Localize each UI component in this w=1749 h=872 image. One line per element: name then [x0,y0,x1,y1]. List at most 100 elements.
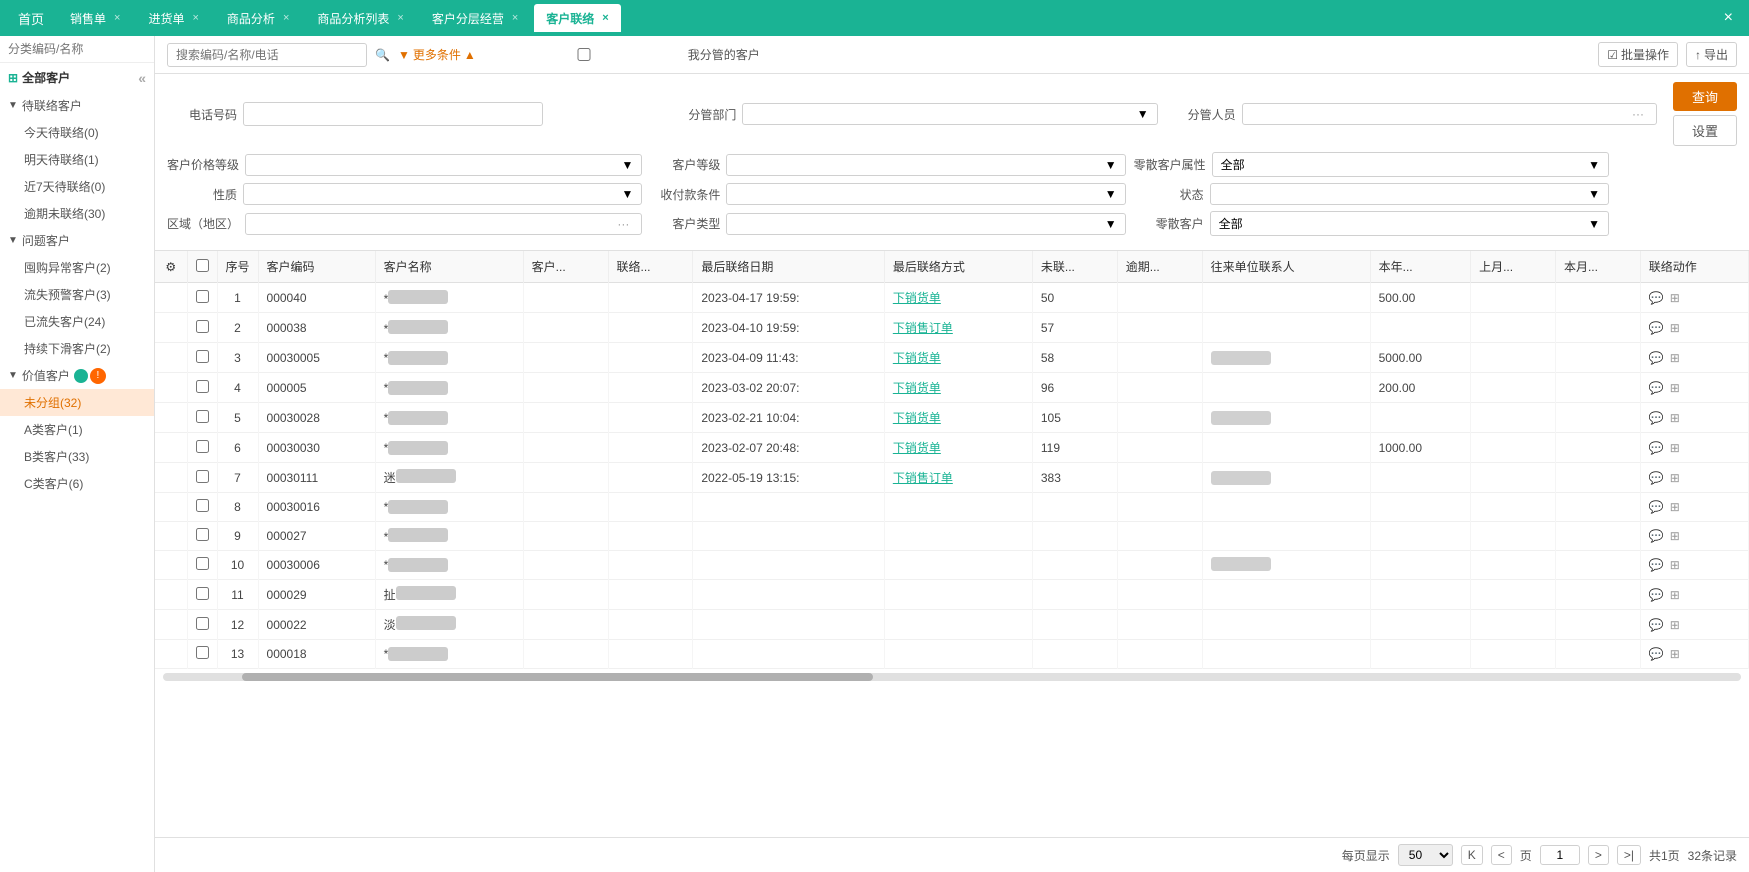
row-checkbox[interactable] [196,646,209,659]
close-tab-customer-tier[interactable]: × [512,12,518,24]
row-last-contact-type[interactable] [884,522,1032,551]
customer-level-select[interactable]: ▼ [726,154,1125,176]
contact-type-link[interactable]: 下销售订单 [893,321,953,335]
tab-product-analysis-list[interactable]: 商品分析列表 × [305,4,415,32]
next-page-btn[interactable]: > [1588,845,1609,865]
payment-select[interactable]: ▼ [726,183,1125,205]
chat-icon[interactable]: 💬 [1649,291,1664,305]
row-checkbox[interactable] [196,499,209,512]
retail-attr-select[interactable]: 全部 ▼ [1212,152,1609,177]
problem-customers-group[interactable]: ▼ 问题客户 [0,227,154,254]
row-last-contact-type[interactable]: 下销售订单 [884,463,1032,493]
tab-purchase[interactable]: 进货单 × [136,4,210,32]
row-checkbox[interactable] [196,528,209,541]
chat-icon[interactable]: 💬 [1649,441,1664,455]
row-last-contact-type[interactable] [884,640,1032,669]
more-conditions-btn[interactable]: ▼ 更多条件 ▲ [398,46,476,63]
all-customers-header[interactable]: ⊞ 全部客户 « [0,63,154,92]
close-tab-customer-contact[interactable]: × [602,12,608,24]
chat-icon[interactable]: 💬 [1649,618,1664,632]
sidebar-item-a-class[interactable]: A类客户(1) [0,416,154,443]
row-checkbox[interactable] [196,410,209,423]
col-this-month[interactable]: 本月... [1555,251,1640,283]
col-partner-contact[interactable]: 往来单位联系人 [1202,251,1370,283]
col-gear[interactable]: ⚙ [155,251,187,283]
chat-icon[interactable]: 💬 [1649,558,1664,572]
prev-page-btn[interactable]: < [1491,845,1512,865]
search-input[interactable] [167,43,367,67]
grid-action-icon[interactable]: ⊞ [1670,351,1680,365]
sidebar-item-ungrouped[interactable]: 未分组(32) [0,389,154,416]
row-last-contact-type[interactable] [884,551,1032,580]
row-last-contact-type[interactable]: 下销货单 [884,283,1032,313]
sidebar-item-churn-warning[interactable]: 流失预警客户(3) [0,281,154,308]
export-btn[interactable]: ↑ 导出 [1686,42,1737,67]
row-last-contact-type[interactable]: 下销货单 [884,433,1032,463]
grid-action-icon[interactable]: ⊞ [1670,321,1680,335]
contact-type-link[interactable]: 下销货单 [893,381,941,395]
col-uncontacted[interactable]: 未联... [1032,251,1117,283]
row-checkbox[interactable] [196,380,209,393]
staff-select[interactable]: ··· [1242,103,1657,125]
chat-icon[interactable]: 💬 [1649,411,1664,425]
row-checkbox[interactable] [196,320,209,333]
value-customers-group[interactable]: ▼ 价值客户 ! [0,362,154,389]
phone-input[interactable] [243,102,543,126]
col-last-type[interactable]: 最后联络方式 [884,251,1032,283]
chat-icon[interactable]: 💬 [1649,529,1664,543]
page-number-input[interactable] [1540,845,1580,865]
sidebar-item-tomorrow[interactable]: 明天待联络(1) [0,146,154,173]
status-select[interactable]: ▼ [1210,183,1609,205]
sidebar-search-input[interactable] [8,42,155,56]
col-checkbox[interactable] [187,251,217,283]
col-code[interactable]: 客户编码 [258,251,375,283]
grid-action-icon[interactable]: ⊞ [1670,471,1680,485]
page-size-select[interactable]: 50 20 100 [1398,844,1453,866]
sidebar-item-churned[interactable]: 已流失客户(24) [0,308,154,335]
contact-type-link[interactable]: 下销货单 [893,351,941,365]
close-window-btn[interactable]: × [1716,9,1741,27]
close-tab-purchase[interactable]: × [192,12,198,24]
collapse-icon[interactable]: « [138,70,146,86]
tab-customer-contact[interactable]: 客户联络 × [534,4,620,32]
reset-button[interactable]: 设置 [1673,115,1737,146]
customer-type-select[interactable]: ▼ [726,213,1125,235]
grid-action-icon[interactable]: ⊞ [1670,529,1680,543]
more-icon[interactable]: ··· [1628,107,1648,121]
last-page-btn[interactable]: >| [1617,845,1641,865]
chat-icon[interactable]: 💬 [1649,381,1664,395]
first-page-btn[interactable]: K [1461,845,1483,865]
grid-action-icon[interactable]: ⊞ [1670,291,1680,305]
my-customers-checkbox[interactable] [484,48,684,61]
row-last-contact-type[interactable]: 下销货单 [884,373,1032,403]
batch-operation-btn[interactable]: ☑ 批量操作 [1598,42,1678,67]
row-last-contact-type[interactable] [884,493,1032,522]
grid-action-icon[interactable]: ⊞ [1670,558,1680,572]
contact-type-link[interactable]: 下销货单 [893,411,941,425]
col-contact[interactable]: 联络... [608,251,693,283]
close-tab-product-analysis-list[interactable]: × [397,12,403,24]
horizontal-scrollbar[interactable] [163,673,1741,681]
grid-action-icon[interactable]: ⊞ [1670,500,1680,514]
tab-product-analysis[interactable]: 商品分析 × [215,4,301,32]
home-tab[interactable]: 首页 [8,9,54,28]
contact-type-link[interactable]: 下销货单 [893,441,941,455]
area-more-icon[interactable]: ··· [613,217,633,231]
select-all-checkbox[interactable] [196,259,209,272]
retail-customer-select[interactable]: 全部 ▼ [1210,211,1609,236]
chat-icon[interactable]: 💬 [1649,321,1664,335]
chat-icon[interactable]: 💬 [1649,500,1664,514]
sidebar-item-b-class[interactable]: B类客户(33) [0,443,154,470]
col-type[interactable]: 客户... [523,251,608,283]
refresh-icon[interactable] [74,369,88,383]
close-tab-sales[interactable]: × [114,12,120,24]
chat-icon[interactable]: 💬 [1649,351,1664,365]
row-last-contact-type[interactable]: 下销货单 [884,403,1032,433]
contact-type-link[interactable]: 下销货单 [893,291,941,305]
grid-action-icon[interactable]: ⊞ [1670,618,1680,632]
area-select[interactable]: ··· [245,213,642,235]
tab-sales[interactable]: 销售单 × [58,4,132,32]
col-overdue[interactable]: 逾期... [1117,251,1202,283]
row-last-contact-type[interactable]: 下销货单 [884,343,1032,373]
department-select[interactable]: ▼ [742,103,1157,125]
